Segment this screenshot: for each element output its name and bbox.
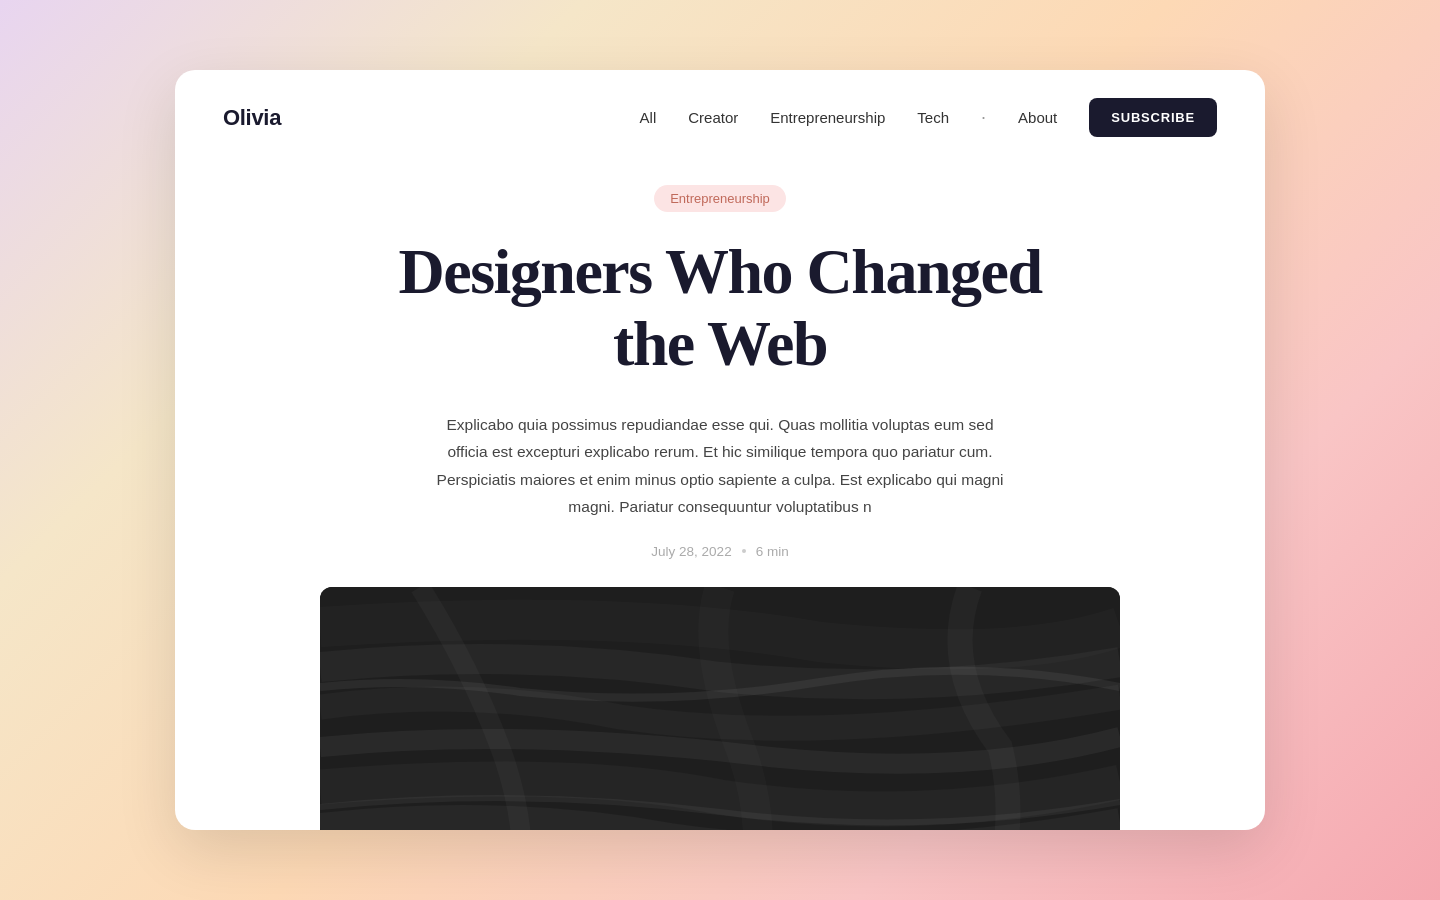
paint-texture-svg [320,587,1120,830]
main-card: Olivia All Creator Entrepreneurship Tech… [175,70,1265,830]
category-badge[interactable]: Entrepreneurship [654,185,786,212]
nav-separator: · [981,107,986,128]
article-excerpt: Explicabo quia possimus repudiandae esse… [430,411,1010,520]
nav-links: All Creator Entrepreneurship Tech · Abou… [640,98,1217,137]
nav-link-entrepreneurship[interactable]: Entrepreneurship [770,109,885,126]
article-hero-image [320,587,1120,830]
article-date: July 28, 2022 [651,544,731,559]
subscribe-button[interactable]: SUBSCRIBE [1089,98,1217,137]
nav-link-about[interactable]: About [1018,109,1057,126]
article-meta: July 28, 2022 6 min [651,544,788,559]
navbar: Olivia All Creator Entrepreneurship Tech… [175,70,1265,165]
site-logo[interactable]: Olivia [223,105,281,131]
nav-link-all[interactable]: All [640,109,657,126]
article-content: Entrepreneurship Designers Who Changed t… [175,165,1265,830]
meta-dot [742,549,746,553]
article-read-time: 6 min [756,544,789,559]
hero-image-texture [320,587,1120,830]
nav-link-tech[interactable]: Tech [917,109,949,126]
article-title: Designers Who Changed the Web [399,236,1042,379]
nav-link-creator[interactable]: Creator [688,109,738,126]
